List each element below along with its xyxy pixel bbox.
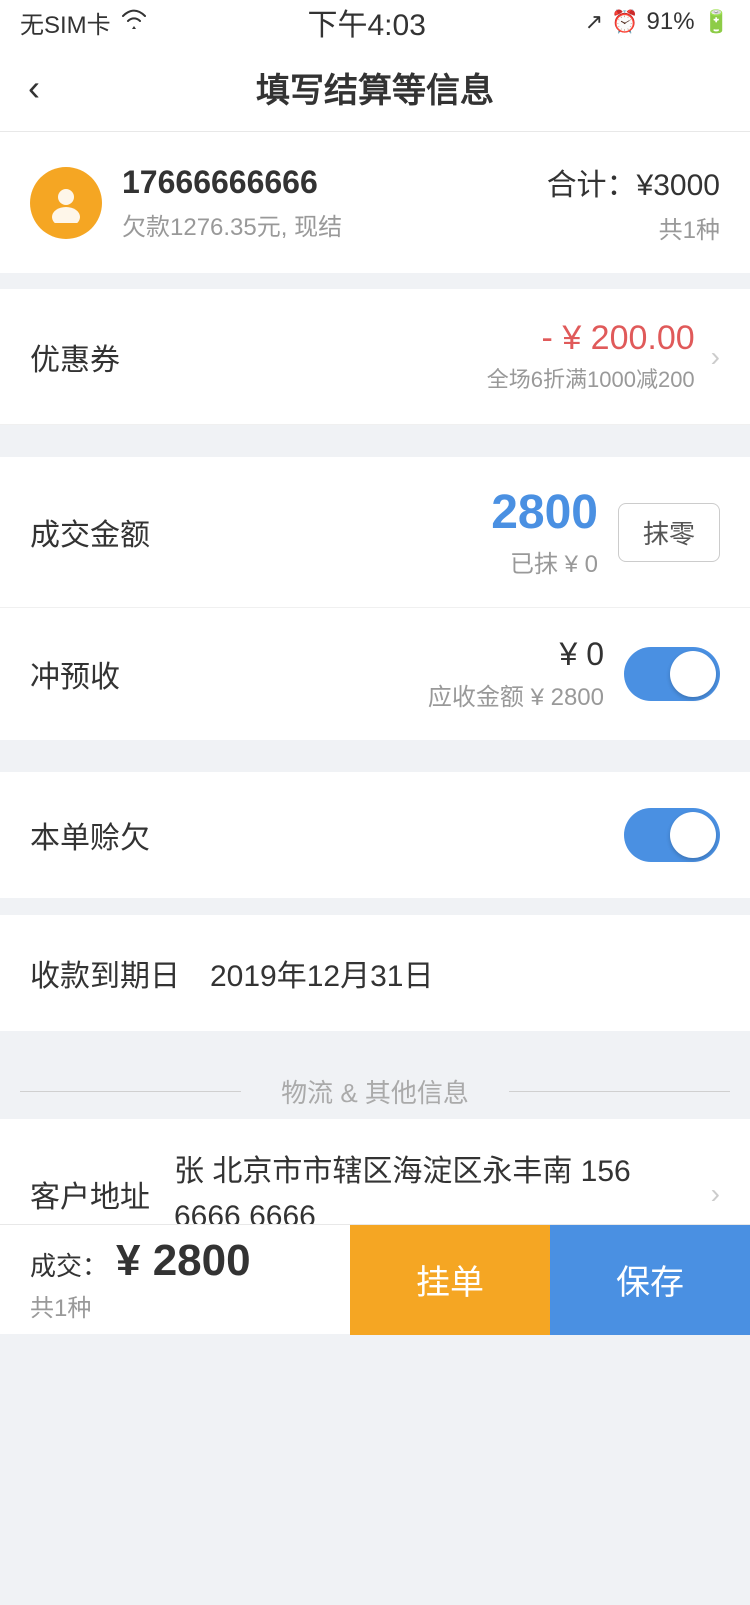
status-time: 下午4:03 (307, 0, 425, 44)
coupon-right: - ¥ 200.00 全场6折满1000减200 › (487, 319, 720, 394)
coupon-section: 优惠券 - ¥ 200.00 全场6折满1000减200 › (0, 289, 750, 425)
logistics-line-left (20, 1091, 241, 1092)
address-chevron-icon: › (711, 1178, 720, 1210)
deal-amount-label: 成交金额 (30, 510, 150, 554)
page-title: 填写结算等信息 (256, 63, 494, 112)
logistics-line-right (509, 1091, 730, 1092)
customer-card: 17666666666 欠款1276.35元, 现结 合计：¥3000 共1种 (0, 132, 750, 273)
logistics-divider: 物流 & 其他信息 (0, 1063, 750, 1119)
duedate-row: 收款到期日 2019年12月31日 (0, 915, 750, 1031)
coupon-chevron-icon: › (711, 341, 720, 373)
carrier-text: 无SIM卡 (20, 5, 111, 40)
hang-order-button[interactable]: 挂单 (350, 1225, 550, 1335)
total-amount: 合计：¥3000 (547, 160, 720, 204)
logistics-label: 物流 & 其他信息 (281, 1073, 469, 1110)
debt-toggle[interactable] (624, 808, 720, 862)
customer-right: 合计：¥3000 共1种 (547, 160, 720, 245)
bottom-bar: 成交： ¥ 2800 共1种 挂单 保存 (0, 1224, 750, 1334)
battery-icon: 🔋 (703, 9, 730, 35)
customer-debt: 欠款1276.35元, 现结 (122, 207, 342, 242)
prepay-label: 冲预收 (30, 652, 120, 696)
coupon-desc: 全场6折满1000减200 (487, 362, 695, 394)
customer-left: 17666666666 欠款1276.35元, 现结 (30, 164, 342, 242)
deal-amount-row: 成交金额 2800 已抹 ¥ 0 抹零 (0, 457, 750, 608)
divider-1 (0, 441, 750, 457)
duedate-value: 2019年12月31日 (210, 951, 433, 995)
coupon-label: 优惠券 (30, 335, 120, 379)
debt-row: 本单赊欠 (0, 772, 750, 898)
prepay-amount-wrap: ¥ 0 应收金额 ¥ 2800 (428, 636, 604, 712)
deal-amount-section: 成交金额 2800 已抹 ¥ 0 抹零 冲预收 ¥ 0 应收金额 ¥ 2800 (0, 457, 750, 740)
avatar (30, 167, 102, 239)
debt-section: 本单赊欠 (0, 772, 750, 898)
bottom-deal-label: 成交： (30, 1246, 108, 1283)
save-button[interactable]: 保存 (550, 1225, 750, 1335)
address-label: 客户地址 (30, 1172, 150, 1216)
prepay-receivable: 应收金额 ¥ 2800 (428, 677, 604, 712)
status-right: ↗ ⏰ 91% 🔋 (585, 8, 730, 36)
nav-bar: ‹ 填写结算等信息 (0, 44, 750, 132)
debt-toggle-knob (670, 812, 716, 858)
content-area: 17666666666 欠款1276.35元, 现结 合计：¥3000 共1种 … (0, 132, 750, 1605)
bottom-count: 共1种 (30, 1288, 350, 1323)
deal-amount-value: 2800 (491, 485, 598, 540)
back-button[interactable]: ‹ (28, 67, 40, 109)
prepay-toggle-knob (670, 651, 716, 697)
customer-phone: 17666666666 (122, 164, 342, 201)
deal-right: 2800 已抹 ¥ 0 抹零 (491, 485, 720, 579)
prepay-right: ¥ 0 应收金额 ¥ 2800 (428, 636, 720, 712)
bottom-summary: 成交： ¥ 2800 共1种 (0, 1236, 350, 1323)
debt-label: 本单赊欠 (30, 813, 150, 857)
status-bar: 无SIM卡 下午4:03 ↗ ⏰ 91% 🔋 (0, 0, 750, 44)
battery-text: 91% (647, 8, 695, 36)
erase-zero-button[interactable]: 抹零 (618, 503, 720, 562)
total-count: 共1种 (547, 210, 720, 245)
coupon-row[interactable]: 优惠券 - ¥ 200.00 全场6折满1000减200 › (0, 289, 750, 425)
bottom-deal-amount: ¥ 2800 (116, 1236, 251, 1286)
location-icon: ↗ (585, 9, 603, 35)
coupon-amount: - ¥ 200.00 (487, 319, 695, 358)
status-left: 无SIM卡 (20, 5, 149, 40)
divider-2 (0, 756, 750, 772)
prepay-amount: ¥ 0 (428, 636, 604, 673)
deal-amount-wrap: 2800 已抹 ¥ 0 (491, 485, 598, 579)
divider-3 (0, 1047, 750, 1063)
wifi-icon (119, 8, 149, 37)
prepay-toggle[interactable] (624, 647, 720, 701)
deal-erased: 已抹 ¥ 0 (491, 544, 598, 579)
duedate-section: 收款到期日 2019年12月31日 (0, 915, 750, 1031)
duedate-label: 收款到期日 (30, 951, 180, 995)
prepay-row: 冲预收 ¥ 0 应收金额 ¥ 2800 (0, 608, 750, 740)
alarm-icon: ⏰ (611, 9, 638, 35)
customer-info: 17666666666 欠款1276.35元, 现结 (122, 164, 342, 242)
